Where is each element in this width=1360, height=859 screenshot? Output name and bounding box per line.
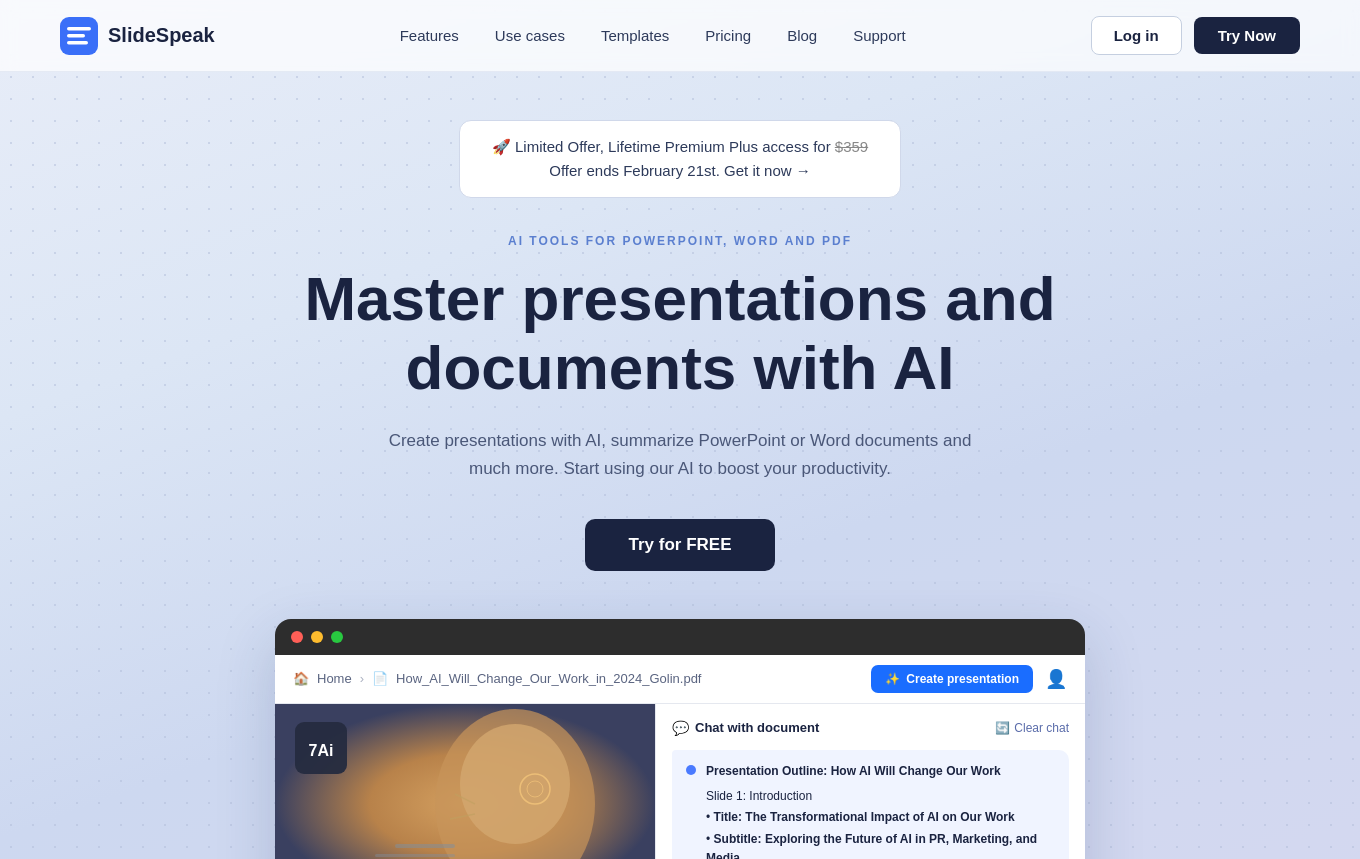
chat-title-key: Title: [714, 810, 742, 824]
nav-actions: Log in Try Now [1091, 16, 1300, 55]
logo-link[interactable]: SlideSpeak [60, 17, 215, 55]
offer-line2: Offer ends February 21st. Get it now → [492, 159, 868, 183]
clear-icon: 🔄 [995, 721, 1010, 735]
chat-subtitle-key: Subtitle: [714, 832, 762, 846]
chat-subtitle-item: • Subtitle: Exploring the Future of AI i… [706, 830, 1055, 859]
nav-use-cases[interactable]: Use cases [495, 27, 565, 44]
chat-title: 💬 Chat with document [672, 720, 819, 736]
svg-rect-12 [375, 854, 455, 857]
nav-features[interactable]: Features [400, 27, 459, 44]
nav-links: Features Use cases Templates Pricing Blo… [400, 27, 906, 45]
create-presentation-button[interactable]: ✨ Create presentation [871, 665, 1033, 693]
svg-text:7Ai: 7Ai [309, 742, 334, 759]
dot-close [291, 631, 303, 643]
hero-description: Create presentations with AI, summarize … [370, 427, 990, 483]
chat-icon: 💬 [672, 720, 689, 736]
nav-templates[interactable]: Templates [601, 27, 669, 44]
chat-title-text: Chat with document [695, 720, 819, 735]
offer-emoji: 🚀 [492, 138, 511, 155]
breadcrumb-separator: › [360, 671, 364, 686]
chat-title-item: • Title: The Transformational Impact of … [706, 808, 1055, 827]
breadcrumb-home-icon: 🏠 [293, 671, 309, 686]
chat-content: Presentation Outline: How AI Will Change… [706, 762, 1055, 859]
chat-header: 💬 Chat with document 🔄 Clear chat [672, 720, 1069, 736]
hero-title: Master presentations and documents with … [304, 264, 1055, 403]
chat-bubble-title: Presentation Outline: How AI Will Change… [706, 762, 1055, 781]
offer-text-before: Limited Offer, Lifetime Premium Plus acc… [515, 138, 835, 155]
cta-button[interactable]: Try for FREE [585, 519, 776, 571]
breadcrumb: 🏠 Home › 📄 How_AI_Will_Change_Our_Work_i… [293, 671, 701, 686]
breadcrumb-file: How_AI_Will_Change_Our_Work_in_2024_Goli… [396, 671, 701, 686]
hero-subtitle: AI TOOLS FOR POWERPOINT, WORD AND PDF [508, 234, 852, 248]
mockup-content: 7Ai 💬 Chat with document 🔄 Clear chat [275, 704, 1085, 859]
chat-title-val: The Transformational Impact of AI on Our… [745, 810, 1014, 824]
main-content: 🚀 Limited Offer, Lifetime Premium Plus a… [0, 72, 1360, 859]
mockup-toolbar: 🏠 Home › 📄 How_AI_Will_Change_Our_Work_i… [275, 655, 1085, 704]
mockup-right-panel: 💬 Chat with document 🔄 Clear chat Presen… [655, 704, 1085, 859]
nav-pricing[interactable]: Pricing [705, 27, 751, 44]
breadcrumb-file-icon: 📄 [372, 671, 388, 686]
svg-rect-2 [67, 34, 85, 38]
svg-rect-3 [67, 41, 88, 45]
svg-point-6 [460, 724, 570, 844]
clear-label: Clear chat [1014, 721, 1069, 735]
svg-rect-11 [395, 844, 455, 848]
login-button[interactable]: Log in [1091, 16, 1182, 55]
ai-face-image: 7Ai [275, 704, 655, 859]
breadcrumb-home: Home [317, 671, 352, 686]
svg-rect-1 [67, 27, 91, 31]
user-icon: 👤 [1045, 668, 1067, 690]
hero-title-line2: documents with AI [406, 333, 955, 402]
dot-maximize [331, 631, 343, 643]
dot-minimize [311, 631, 323, 643]
offer-line1: 🚀 Limited Offer, Lifetime Premium Plus a… [492, 135, 868, 159]
offer-price: $359 [835, 138, 868, 155]
chat-bubble-indicator [686, 765, 696, 775]
navbar: SlideSpeak Features Use cases Templates … [0, 0, 1360, 72]
logo-text: SlideSpeak [108, 24, 215, 47]
nav-support[interactable]: Support [853, 27, 906, 44]
create-label: Create presentation [906, 672, 1019, 686]
chat-bubble: Presentation Outline: How AI Will Change… [672, 750, 1069, 859]
try-now-button[interactable]: Try Now [1194, 17, 1300, 54]
offer-banner[interactable]: 🚀 Limited Offer, Lifetime Premium Plus a… [459, 120, 901, 198]
mockup-titlebar [275, 619, 1085, 655]
chat-slide-label: Slide 1: Introduction [706, 787, 1055, 806]
create-icon: ✨ [885, 672, 900, 686]
clear-chat-button[interactable]: 🔄 Clear chat [995, 721, 1069, 735]
hero-title-line1: Master presentations and [304, 264, 1055, 333]
mockup-left-panel: 7Ai [275, 704, 655, 859]
app-mockup: 🏠 Home › 📄 How_AI_Will_Change_Our_Work_i… [275, 619, 1085, 859]
logo-icon [60, 17, 98, 55]
nav-blog[interactable]: Blog [787, 27, 817, 44]
